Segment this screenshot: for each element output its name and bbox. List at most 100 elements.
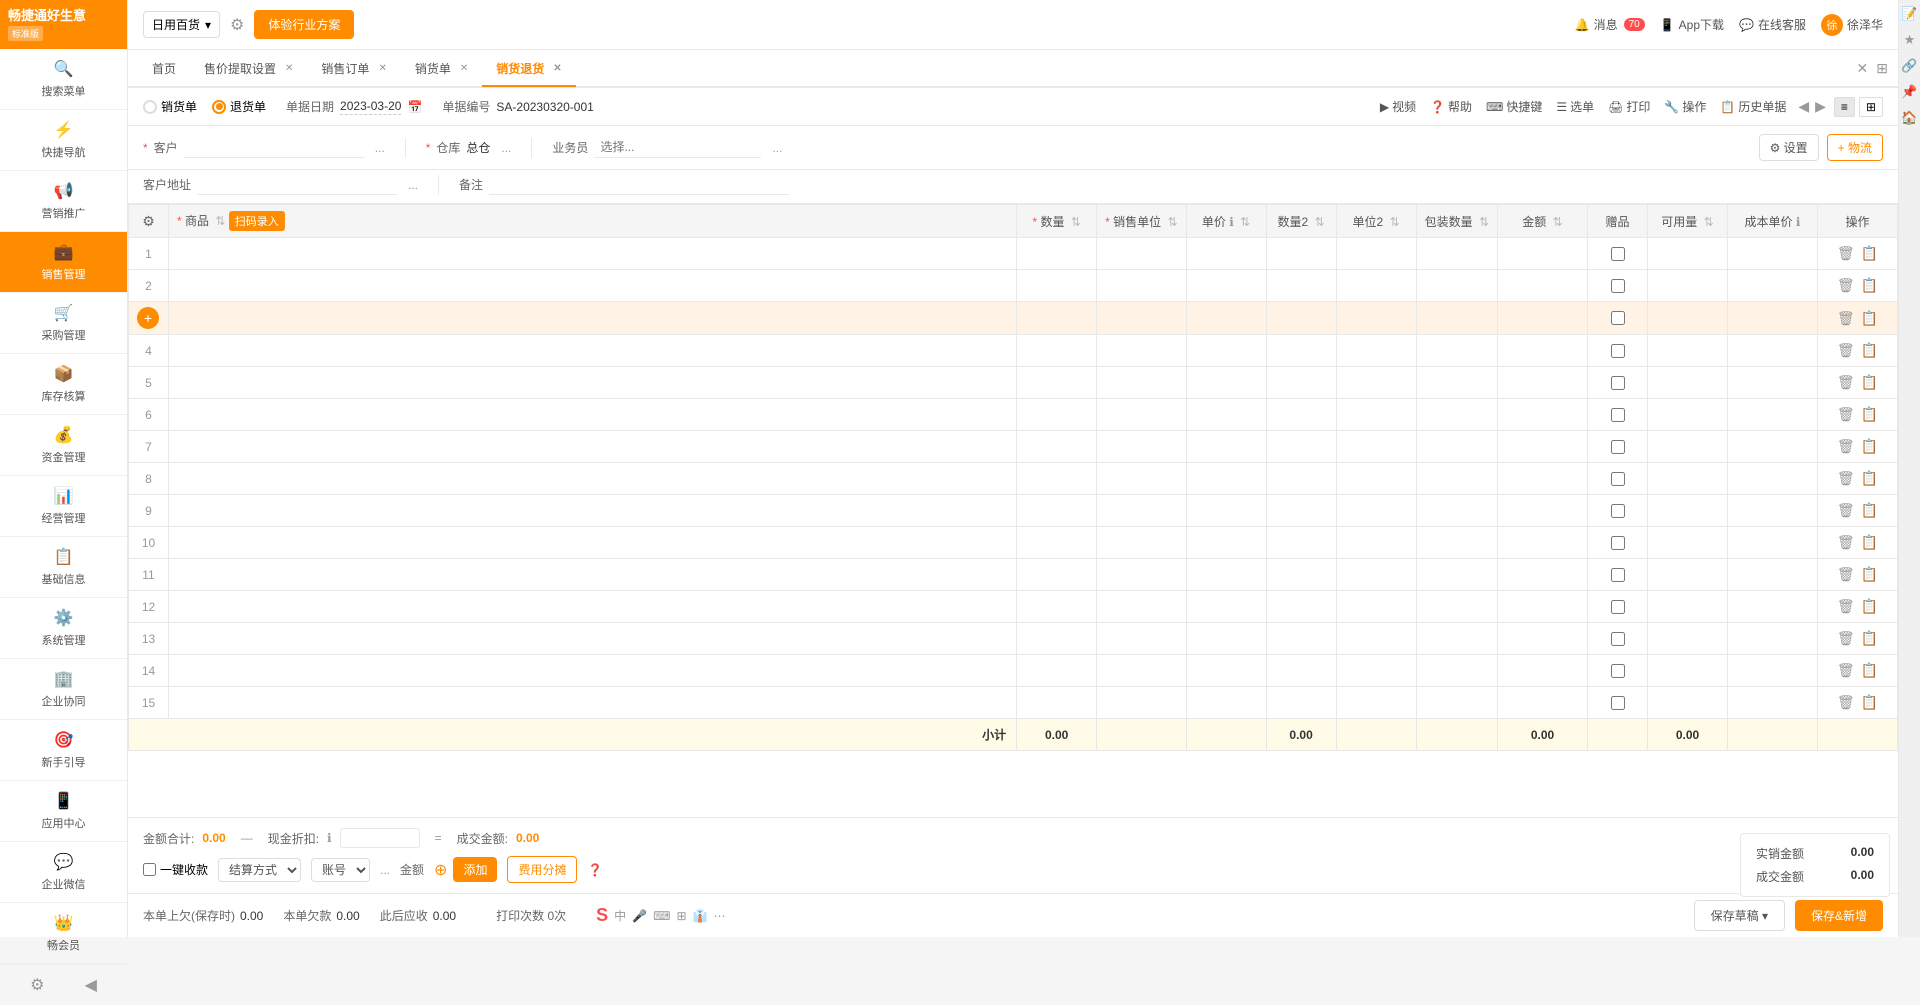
panel-btn-3[interactable]: 🔗	[1901, 57, 1919, 75]
row-cost-cell-10[interactable]	[1728, 527, 1818, 559]
tab-close-sales-order[interactable]: ✕	[378, 63, 386, 74]
row-unit-cell-12[interactable]	[1097, 591, 1186, 623]
table-icon[interactable]: ⊞	[676, 909, 686, 923]
row-available-cell-6[interactable]	[1648, 399, 1728, 431]
th-unit-sort[interactable]: ⇅	[1168, 215, 1178, 229]
row-qty2-cell-6[interactable]	[1266, 399, 1336, 431]
row-pack-cell-6[interactable]	[1416, 399, 1497, 431]
row-amount-cell-15[interactable]	[1498, 687, 1588, 719]
row-product-cell-6[interactable]	[169, 399, 1017, 431]
sidebar-item-guide[interactable]: 🎯新手引导	[0, 720, 127, 781]
row-qty-cell-1[interactable]	[1017, 238, 1097, 270]
row-qty-cell-9[interactable]	[1017, 495, 1097, 527]
row-amount-cell-14[interactable]	[1498, 655, 1588, 687]
row-cost-cell-7[interactable]	[1728, 431, 1818, 463]
row-unit-cell-14[interactable]	[1097, 655, 1186, 687]
row-available-cell-13[interactable]	[1648, 623, 1728, 655]
shortcut-btn[interactable]: ⌨ 快捷键	[1482, 96, 1546, 117]
app-download-btn[interactable]: 📱 App下载	[1660, 16, 1724, 33]
row-product-cell-2[interactable]	[169, 270, 1017, 302]
gift-check-13[interactable]	[1611, 632, 1625, 646]
row-product-cell-12[interactable]	[169, 591, 1017, 623]
row-unit-cell-11[interactable]	[1097, 559, 1186, 591]
gift-check-7[interactable]	[1611, 440, 1625, 454]
row-cost-cell-14[interactable]	[1728, 655, 1818, 687]
row-qty2-cell-9[interactable]	[1266, 495, 1336, 527]
row-unit2-cell-3[interactable]	[1336, 302, 1416, 335]
row-delete-icon-11[interactable]: 🗑	[1837, 566, 1855, 583]
row-qty2-cell-14[interactable]	[1266, 655, 1336, 687]
row-available-cell-4[interactable]	[1648, 335, 1728, 367]
microphone-icon[interactable]: 🎤	[632, 909, 647, 923]
row-delete-icon-4[interactable]: 🗑	[1837, 342, 1855, 359]
row-unit2-cell-2[interactable]	[1336, 270, 1416, 302]
gift-check-1[interactable]	[1611, 247, 1625, 261]
row-price-cell-9[interactable]	[1186, 495, 1266, 527]
warehouse-more-icon[interactable]: ...	[501, 141, 511, 155]
row-unit2-cell-7[interactable]	[1336, 431, 1416, 463]
sidebar-item-system[interactable]: ⚙️系统管理	[0, 598, 127, 659]
row-price-cell-3[interactable]	[1186, 302, 1266, 335]
row-unit2-cell-1[interactable]	[1336, 238, 1416, 270]
row-delete-icon-10[interactable]: 🗑	[1837, 534, 1855, 551]
row-product-cell-1[interactable]	[169, 238, 1017, 270]
history-btn[interactable]: 📋 历史单据	[1716, 96, 1790, 117]
row-delete-icon-2[interactable]: 🗑	[1837, 277, 1855, 294]
row-price-cell-11[interactable]	[1186, 559, 1266, 591]
customer-input[interactable]	[184, 137, 364, 158]
quick-pay-check[interactable]	[143, 863, 156, 876]
doc-date-value[interactable]: 2023-03-20	[340, 99, 401, 115]
th-qty-sort[interactable]: ⇅	[1071, 215, 1081, 229]
row-qty-cell-6[interactable]	[1017, 399, 1097, 431]
gift-check-5[interactable]	[1611, 376, 1625, 390]
row-pack-cell-12[interactable]	[1416, 591, 1497, 623]
discount-info-icon[interactable]: ℹ	[327, 831, 332, 845]
gift-check-11[interactable]	[1611, 568, 1625, 582]
row-available-cell-8[interactable]	[1648, 463, 1728, 495]
sidebar-item-inventory[interactable]: 📦库存核算	[0, 354, 127, 415]
row-qty2-cell-15[interactable]	[1266, 687, 1336, 719]
row-unit-cell-15[interactable]	[1097, 687, 1186, 719]
row-amount-cell-5[interactable]	[1498, 367, 1588, 399]
video-btn[interactable]: ▶ 视频	[1376, 96, 1420, 117]
tab-close-sales-return[interactable]: ✕	[553, 63, 561, 74]
row-amount-cell-3[interactable]	[1498, 302, 1588, 335]
address-input[interactable]	[197, 174, 397, 195]
row-price-cell-12[interactable]	[1186, 591, 1266, 623]
row-amount-cell-11[interactable]	[1498, 559, 1588, 591]
fee-split-btn[interactable]: 费用分摊	[507, 856, 577, 883]
row-available-cell-7[interactable]	[1648, 431, 1728, 463]
th-pack-sort[interactable]: ⇅	[1479, 215, 1489, 229]
settings-icon[interactable]: ⚙	[30, 975, 44, 995]
row-delete-icon-13[interactable]: 🗑	[1837, 630, 1855, 647]
sidebar-item-business[interactable]: 📊经营管理	[0, 476, 127, 537]
staff-input[interactable]	[594, 137, 761, 158]
row-qty-cell-13[interactable]	[1017, 623, 1097, 655]
row-pack-cell-5[interactable]	[1416, 367, 1497, 399]
row-unit-cell-8[interactable]	[1097, 463, 1186, 495]
sidebar-item-marketing[interactable]: 📢营销推广	[0, 171, 127, 232]
close-tab-icon[interactable]: ✕	[1857, 60, 1869, 77]
tab-sales[interactable]: 销货单✕	[401, 52, 482, 87]
sidebar-item-purchase[interactable]: 🛒采购管理	[0, 293, 127, 354]
row-product-cell-4[interactable]	[169, 335, 1017, 367]
radio-sales[interactable]: 销货单	[143, 98, 197, 115]
row-qty2-cell-5[interactable]	[1266, 367, 1336, 399]
sidebar-item-basic[interactable]: 📋基础信息	[0, 537, 127, 598]
row-cost-cell-11[interactable]	[1728, 559, 1818, 591]
th-product-sort[interactable]: ⇅	[215, 214, 225, 228]
row-copy-icon-10[interactable]: 📋	[1861, 534, 1878, 551]
row-delete-icon-1[interactable]: 🗑	[1837, 245, 1855, 262]
row-copy-icon-8[interactable]: 📋	[1861, 470, 1878, 487]
row-qty2-cell-13[interactable]	[1266, 623, 1336, 655]
next-record-btn[interactable]: ▶	[1813, 96, 1828, 117]
row-unit-cell-4[interactable]	[1097, 335, 1186, 367]
row-cost-cell-3[interactable]	[1728, 302, 1818, 335]
row-product-cell-15[interactable]	[169, 687, 1017, 719]
sidebar-item-quick-nav[interactable]: ⚡快捷导航	[0, 110, 127, 171]
row-unit2-cell-8[interactable]	[1336, 463, 1416, 495]
row-unit-cell-7[interactable]	[1097, 431, 1186, 463]
row-pack-cell-10[interactable]	[1416, 527, 1497, 559]
list-view-btn[interactable]: ≡	[1834, 97, 1855, 117]
radio-return[interactable]: 退货单	[212, 98, 266, 115]
